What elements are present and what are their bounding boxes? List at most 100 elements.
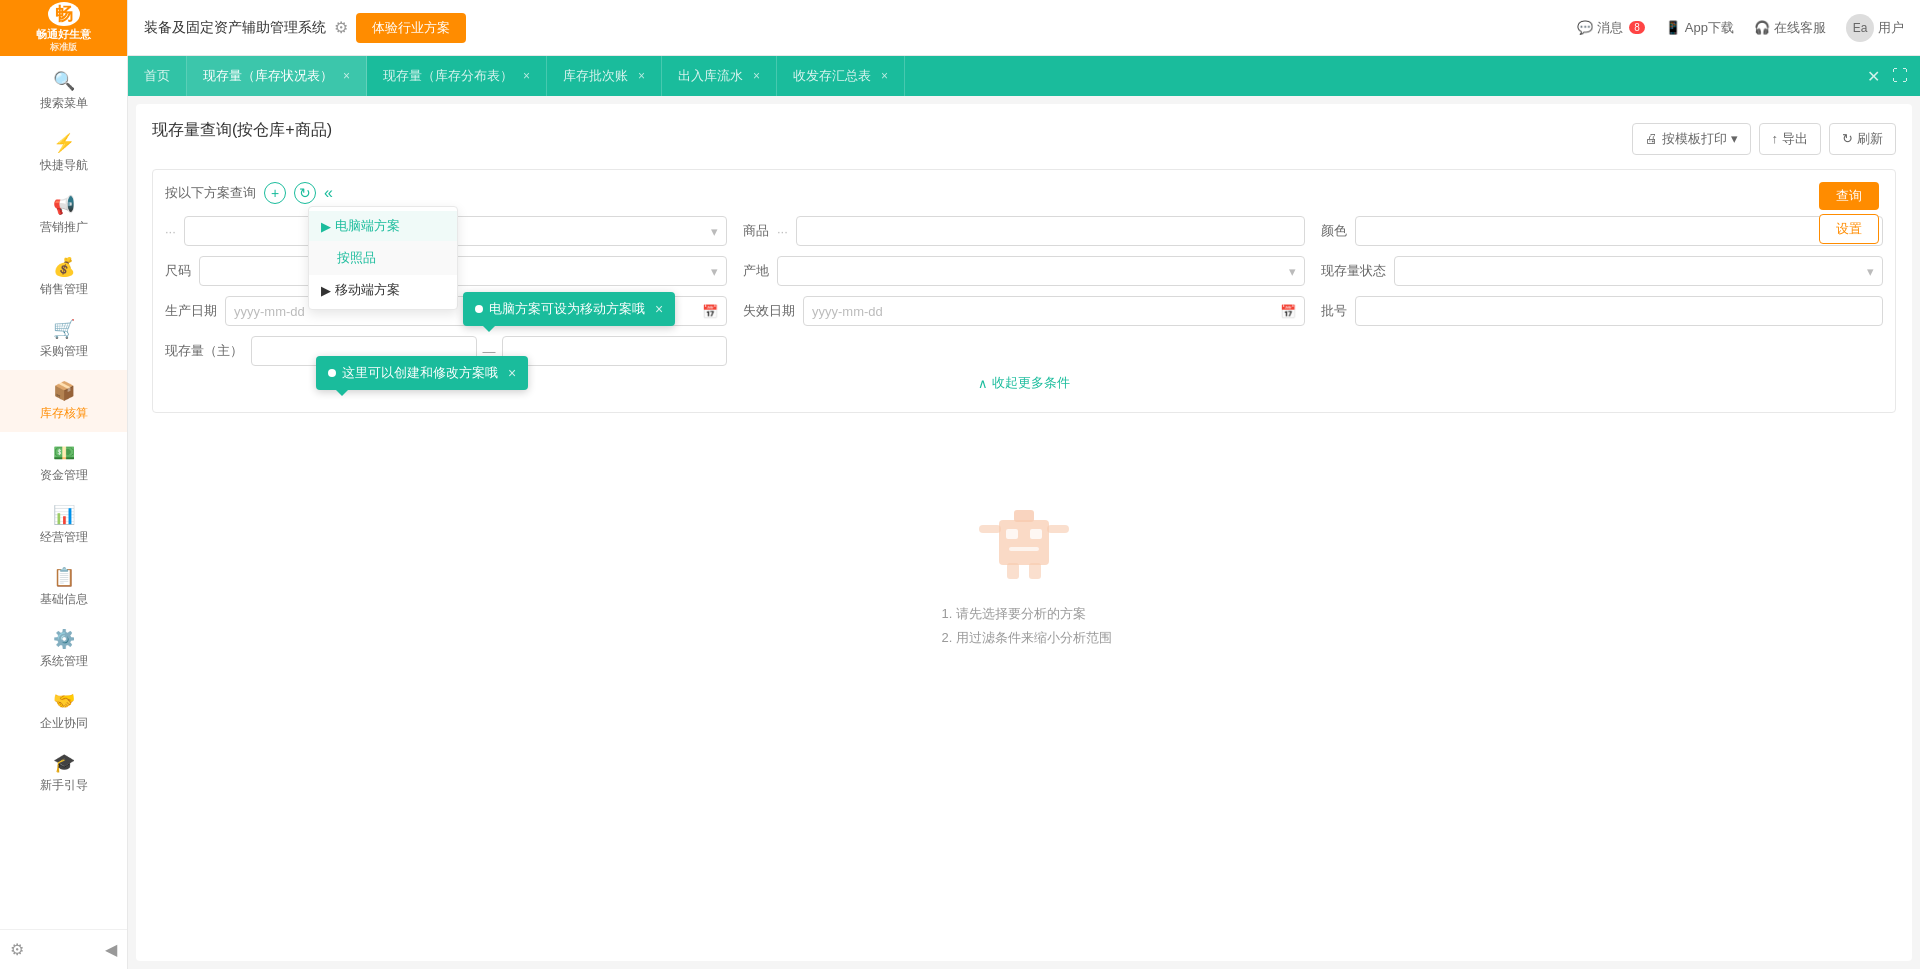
tab-close-inventory-dist[interactable]: × xyxy=(523,69,530,83)
filter-expire-date-input[interactable]: yyyy-mm-dd 📅 xyxy=(803,296,1305,326)
tab-close-batch[interactable]: × xyxy=(638,69,645,83)
trial-button[interactable]: 体验行业方案 xyxy=(356,13,466,43)
print-icon: 🖨 xyxy=(1645,131,1658,146)
filter-color-select[interactable]: ▾ xyxy=(1355,216,1883,246)
headset-icon: 🎧 xyxy=(1754,20,1770,35)
sidebar-item-inventory-label: 库存核算 xyxy=(40,405,88,422)
sidebar-item-search[interactable]: 🔍 搜索菜单 xyxy=(0,60,127,122)
expire-date-placeholder: yyyy-mm-dd xyxy=(812,304,883,319)
finance-icon: 💵 xyxy=(53,442,75,464)
user-item[interactable]: Ea 用户 xyxy=(1846,14,1904,42)
system-name: 装备及固定资产辅助管理系统 xyxy=(144,19,326,37)
produce-date-label: 生产日期 xyxy=(165,302,217,320)
tooltip-dot-2 xyxy=(328,369,336,377)
online-support-item[interactable]: 🎧 在线客服 xyxy=(1754,19,1826,37)
svg-rect-8 xyxy=(1029,563,1041,579)
triangle-right-icon: ▶ xyxy=(321,283,331,298)
sidebar-item-system[interactable]: ⚙️ 系统管理 xyxy=(0,618,127,680)
tab-bar: 首页 现存量（库存状况表） × 现存量（库存分布表） × 库存批次账 × 出入库… xyxy=(128,56,1920,96)
filter-item-color: 颜色 ▾ xyxy=(1321,216,1883,246)
main-content: 现存量查询(按仓库+商品) 🖨 按模板打印 ▾ ↑ 导出 ↻ 刷新 xyxy=(128,96,1920,969)
quicknav-icon: ⚡ xyxy=(53,132,75,154)
tooltip-close-2[interactable]: × xyxy=(508,365,516,381)
tab-flow-label: 出入库流水 xyxy=(678,67,743,85)
sidebar-item-sales[interactable]: 💰 销售管理 xyxy=(0,246,127,308)
logo-icon: 畅 xyxy=(48,2,80,26)
system-icon: ⚙️ xyxy=(53,628,75,650)
tooltip-close-1[interactable]: × xyxy=(655,301,663,317)
sidebar-item-quicknav[interactable]: ⚡ 快捷导航 xyxy=(0,122,127,184)
settings-icon[interactable]: ⚙ xyxy=(334,18,348,37)
chevron-down-icon-3: ▾ xyxy=(711,264,718,279)
collapse-up-icon: ∧ xyxy=(978,376,988,391)
filter-dots-1: ··· xyxy=(165,224,176,239)
tab-close-all-icon[interactable]: ✕ xyxy=(1867,67,1880,86)
refresh-button[interactable]: ↻ 刷新 xyxy=(1829,123,1896,155)
tab-summary[interactable]: 收发存汇总表 × xyxy=(777,56,905,96)
print-button[interactable]: 🖨 按模板打印 ▾ xyxy=(1632,123,1751,155)
svg-rect-3 xyxy=(1009,547,1039,551)
tab-close-summary[interactable]: × xyxy=(881,69,888,83)
filter-goods-input[interactable] xyxy=(796,216,1305,246)
svg-rect-1 xyxy=(1006,529,1018,539)
batch-label: 批号 xyxy=(1321,302,1347,320)
messages-item[interactable]: 💬 消息 8 xyxy=(1577,19,1645,37)
tab-fullscreen-icon[interactable]: ⛶ xyxy=(1892,67,1908,85)
produce-date-placeholder: yyyy-mm-dd xyxy=(234,304,305,319)
sidebar-item-finance[interactable]: 💵 资金管理 xyxy=(0,432,127,494)
print-dropdown-icon: ▾ xyxy=(1731,131,1738,146)
filter-origin-select[interactable]: ▾ xyxy=(777,256,1305,286)
tab-inventory-status[interactable]: 现存量（库存状况表） × xyxy=(187,56,367,96)
tab-home[interactable]: 首页 xyxy=(128,56,187,96)
filter-batch-input[interactable] xyxy=(1355,296,1883,326)
page-header: 现存量查询(按仓库+商品) 🖨 按模板打印 ▾ ↑ 导出 ↻ 刷新 xyxy=(152,120,1896,157)
tab-inventory-dist[interactable]: 现存量（库存分布表） × xyxy=(367,56,547,96)
sidebar-item-management[interactable]: 📊 经营管理 xyxy=(0,494,127,556)
filter-item-origin: 产地 ▾ xyxy=(743,256,1305,286)
filter-item-stock-status: 现存量状态 ▾ xyxy=(1321,256,1883,286)
management-icon: 📊 xyxy=(53,504,75,526)
schema-desktop-sub-item[interactable]: 按照品 xyxy=(337,245,445,271)
tab-batch-label: 库存批次账 xyxy=(563,67,628,85)
tab-inventory-dist-label: 现存量（库存分布表） xyxy=(383,67,513,85)
search-button[interactable]: 查询 xyxy=(1819,182,1879,210)
filter-item-goods: 商品 ··· xyxy=(743,216,1305,246)
tooltip-text-1: 电脑方案可设为移动方案哦 xyxy=(489,300,645,318)
schema-mobile-item[interactable]: ▶ 移动端方案 xyxy=(309,275,457,305)
tab-batch[interactable]: 库存批次账 × xyxy=(547,56,662,96)
online-support-label: 在线客服 xyxy=(1774,19,1826,37)
filter-size-select[interactable]: ▾ xyxy=(199,256,727,286)
expire-date-label: 失效日期 xyxy=(743,302,795,320)
sidebar-item-guide[interactable]: 🎓 新手引导 xyxy=(0,742,127,804)
messages-label: 消息 xyxy=(1597,19,1623,37)
setting-button[interactable]: 设置 xyxy=(1819,214,1879,244)
sidebar-item-cooperation-label: 企业协同 xyxy=(40,715,88,732)
tab-flow[interactable]: 出入库流水 × xyxy=(662,56,777,96)
sidebar-item-quicknav-label: 快捷导航 xyxy=(40,157,88,174)
export-icon: ↑ xyxy=(1772,131,1779,146)
filter-stock-status-select[interactable]: ▾ xyxy=(1394,256,1883,286)
sidebar-item-basic[interactable]: 📋 基础信息 xyxy=(0,556,127,618)
triangle-icon: ▶ xyxy=(321,219,331,234)
sidebar-item-basic-label: 基础信息 xyxy=(40,591,88,608)
filter-area: 按以下方案查询 + ↻ « ▶ 电脑端方案 按照品 ▶ 移动端方案 xyxy=(152,169,1896,413)
collapse-sidebar-icon[interactable]: ◀ xyxy=(105,940,117,959)
filter-edit-button[interactable]: ↻ xyxy=(294,182,316,204)
export-button[interactable]: ↑ 导出 xyxy=(1759,123,1822,155)
svg-rect-2 xyxy=(1030,529,1042,539)
stock-qty-max-input[interactable] xyxy=(502,336,728,366)
app-download-item[interactable]: 📱 App下载 xyxy=(1665,19,1734,37)
filter-arrow-button[interactable]: « xyxy=(324,184,333,202)
sidebar-item-cooperation[interactable]: 🤝 企业协同 xyxy=(0,680,127,742)
tab-close-flow[interactable]: × xyxy=(753,69,760,83)
tab-close-inventory-status[interactable]: × xyxy=(343,69,350,83)
schema-desktop-item[interactable]: ▶ 电脑端方案 xyxy=(309,211,457,241)
sidebar-item-inventory[interactable]: 📦 库存核算 xyxy=(0,370,127,432)
purchase-icon: 🛒 xyxy=(53,318,75,340)
filter-add-button[interactable]: + xyxy=(264,182,286,204)
settings-footer-icon[interactable]: ⚙ xyxy=(10,940,24,959)
svg-rect-5 xyxy=(979,525,1001,533)
sidebar-item-marketing[interactable]: 📢 营销推广 xyxy=(0,184,127,246)
sidebar-item-purchase[interactable]: 🛒 采购管理 xyxy=(0,308,127,370)
user-label: 用户 xyxy=(1878,19,1904,37)
